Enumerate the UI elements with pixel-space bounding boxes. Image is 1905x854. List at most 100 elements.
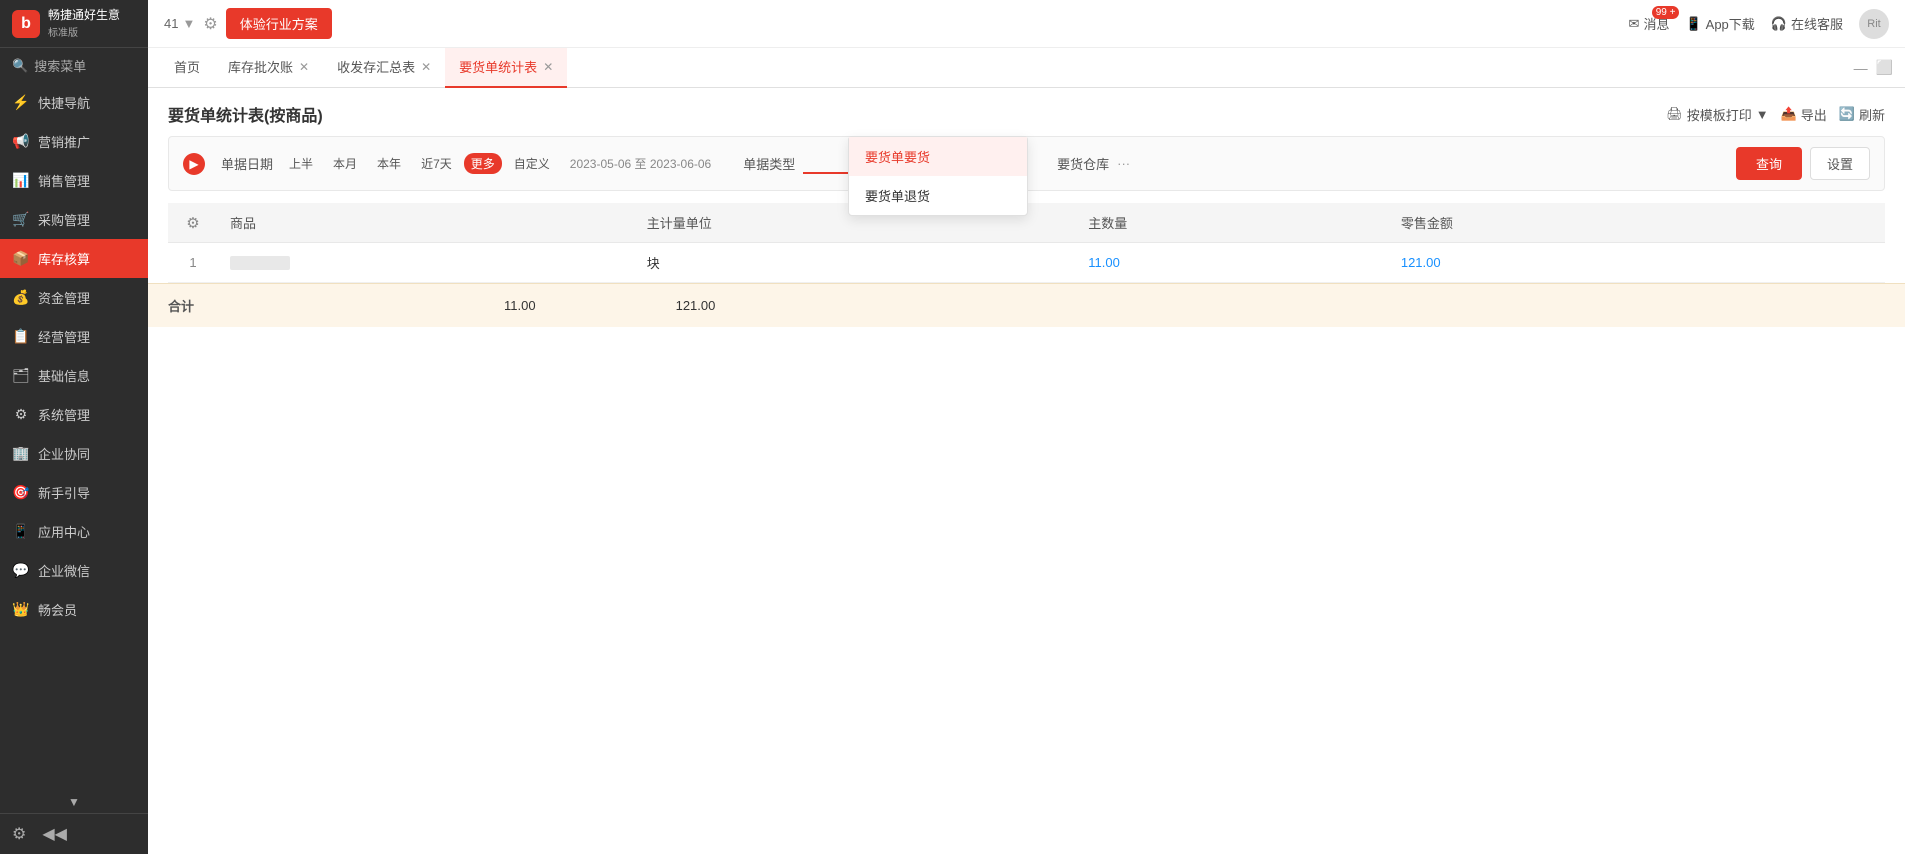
sidebar-item-quick-nav[interactable]: ⚡ 快捷导航 <box>0 83 148 122</box>
window-controls: — ⬜ <box>1854 59 1893 76</box>
search-icon: 🔍 <box>12 58 28 74</box>
search-btn[interactable]: 查询 <box>1736 147 1802 180</box>
sidebar-nav: ⚡ 快捷导航 📢 营销推广 📊 销售管理 🛒 采购管理 📦 库存核算 💰 资金管… <box>0 83 148 791</box>
col-extra <box>1766 203 1885 243</box>
sidebar-item-finance[interactable]: 💰 资金管理 <box>0 278 148 317</box>
sidebar: b 畅捷通好生意 标准版 🔍 搜索菜单 ⚡ 快捷导航 📢 营销推广 📊 销售管理… <box>0 0 148 854</box>
date-filter-label: 单据日期 <box>221 154 273 173</box>
guide-icon: 🎯 <box>12 484 30 502</box>
sidebar-scroll-down[interactable]: ▼ <box>0 791 148 813</box>
store-dropdown-icon: ▼ <box>182 16 195 31</box>
warehouse-filter-label: 要货仓库 <box>1057 154 1109 173</box>
sidebar-item-sales[interactable]: 📊 销售管理 <box>0 161 148 200</box>
system-icon: ⚙ <box>12 406 30 424</box>
dropdown-item-yh-return[interactable]: 要货单退货 <box>849 176 1027 215</box>
print-icon: 🖨 <box>1666 106 1683 122</box>
filter-date-range: 2023-05-06 至 2023-06-06 <box>570 155 711 172</box>
tab-order-stats[interactable]: 要货单统计表 ✕ <box>445 48 567 88</box>
tab-batch-account[interactable]: 库存批次账 ✕ <box>214 48 323 88</box>
app-download-icon: 📱 <box>1685 16 1701 32</box>
logo-text: 畅捷通好生意 标准版 <box>48 8 120 39</box>
date-btn-last-half[interactable]: 上半 <box>281 152 321 175</box>
export-btn[interactable]: 📤 导出 <box>1781 105 1827 124</box>
member-icon: 👑 <box>12 601 30 619</box>
date-btn-last-7[interactable]: 近7天 <box>413 152 460 175</box>
sidebar-footer: ⚙ ◀◀ <box>0 813 148 854</box>
tab-home[interactable]: 首页 <box>160 48 214 88</box>
finance-icon: 💰 <box>12 289 30 307</box>
footer-amount: 121.00 <box>676 298 716 313</box>
page-actions: 🖨 按模板打印 ▼ 📤 导出 🔄 刷新 <box>1666 105 1885 124</box>
operation-icon: 📋 <box>12 328 30 346</box>
sidebar-logo: b 畅捷通好生意 标准版 <box>0 0 148 48</box>
date-btn-more[interactable]: 更多 <box>464 153 502 174</box>
export-icon: 📤 <box>1781 106 1797 122</box>
tab-close-order-stats[interactable]: ✕ <box>543 60 553 74</box>
appstore-icon: 📱 <box>12 523 30 541</box>
product-placeholder <box>230 256 290 270</box>
topbar-settings-icon[interactable]: ⚙ <box>203 14 217 34</box>
minimize-icon[interactable]: — <box>1854 60 1868 76</box>
sidebar-item-purchase[interactable]: 🛒 采购管理 <box>0 200 148 239</box>
filter-settings-btn[interactable]: 设置 <box>1810 147 1870 180</box>
page-title: 要货单统计表(按商品) <box>168 102 323 126</box>
row-extra <box>1766 243 1885 283</box>
sidebar-item-basic[interactable]: 🗂 基础信息 <box>0 356 148 395</box>
sidebar-item-guide[interactable]: 🎯 新手引导 <box>0 473 148 512</box>
maximize-icon[interactable]: ⬜ <box>1876 59 1893 76</box>
online-service-btn[interactable]: 🎧 在线客服 <box>1771 14 1843 33</box>
sidebar-search[interactable]: 🔍 搜索菜单 <box>0 48 148 83</box>
sidebar-item-wechat[interactable]: 💬 企业微信 <box>0 551 148 590</box>
tab-receipt-summary[interactable]: 收发存汇总表 ✕ <box>323 48 445 88</box>
filter-expand-btn[interactable]: ▶ <box>183 153 205 175</box>
sidebar-item-system[interactable]: ⚙ 系统管理 <box>0 395 148 434</box>
refresh-btn[interactable]: 🔄 刷新 <box>1839 105 1885 124</box>
messages-btn[interactable]: ✉ 消息 99 + <box>1629 14 1670 33</box>
store-selector[interactable]: 41 ▼ <box>164 16 195 31</box>
logo-icon: b <box>12 10 40 38</box>
tab-close-batch-account[interactable]: ✕ <box>299 60 309 74</box>
row-index: 1 <box>168 243 218 283</box>
user-avatar[interactable]: Rit <box>1859 9 1889 39</box>
table-footer: 合计 11.00 121.00 <box>148 283 1905 327</box>
settings-footer-icon[interactable]: ⚙ <box>12 824 26 844</box>
warehouse-filter-dots[interactable]: ··· <box>1117 156 1130 171</box>
footer-quantity: 11.00 <box>504 298 536 313</box>
dropdown-item-yh-order[interactable]: 要货单要货 <box>849 137 1027 176</box>
date-btn-this-year[interactable]: 本年 <box>369 152 409 175</box>
filter-warehouse-group: 要货仓库 ··· <box>1057 154 1130 173</box>
table-column-settings-icon[interactable]: ⚙ <box>186 215 199 232</box>
date-btn-this-month[interactable]: 本月 <box>325 152 365 175</box>
table-body: 1 块 11.00 121.00 <box>168 243 1885 283</box>
marketing-icon: 📢 <box>12 133 30 151</box>
filter-actions: 查询 设置 <box>1736 147 1870 180</box>
sidebar-item-marketing[interactable]: 📢 营销推广 <box>0 122 148 161</box>
headset-icon: 🎧 <box>1771 16 1787 32</box>
type-filter-label: 单据类型 <box>743 154 795 173</box>
footer-label: 合计 <box>168 296 194 315</box>
sidebar-item-inventory[interactable]: 📦 库存核算 <box>0 239 148 278</box>
app-download-btn[interactable]: 📱 App下载 <box>1685 14 1754 33</box>
collapse-icon[interactable]: ◀◀ <box>42 824 67 844</box>
col-amount: 零售金额 <box>1389 203 1766 243</box>
inventory-icon: 📦 <box>12 250 30 268</box>
sidebar-item-enterprise[interactable]: 🏢 企业协同 <box>0 434 148 473</box>
row-quantity[interactable]: 11.00 <box>1076 243 1389 283</box>
sidebar-item-appstore[interactable]: 📱 应用中心 <box>0 512 148 551</box>
wechat-icon: 💬 <box>12 562 30 580</box>
refresh-icon: 🔄 <box>1839 106 1855 122</box>
topbar-left: 41 ▼ ⚙ 体验行业方案 <box>164 8 1617 39</box>
page-content: 要货单统计表(按商品) 🖨 按模板打印 ▼ 📤 导出 🔄 刷新 ▶ <box>148 88 1905 854</box>
sidebar-item-operation[interactable]: 📋 经营管理 <box>0 317 148 356</box>
col-product: 商品 <box>218 203 635 243</box>
print-dropdown-icon: ▼ <box>1756 107 1769 122</box>
topbar-right: ✉ 消息 99 + 📱 App下载 🎧 在线客服 Rit <box>1629 9 1889 39</box>
date-btn-custom[interactable]: 自定义 <box>506 152 558 175</box>
sales-icon: 📊 <box>12 172 30 190</box>
row-amount[interactable]: 121.00 <box>1389 243 1766 283</box>
sidebar-item-member[interactable]: 👑 畅会员 <box>0 590 148 629</box>
purchase-icon: 🛒 <box>12 211 30 229</box>
tab-close-receipt-summary[interactable]: ✕ <box>421 60 431 74</box>
print-btn[interactable]: 🖨 按模板打印 ▼ <box>1666 105 1768 124</box>
trial-btn[interactable]: 体验行业方案 <box>226 8 332 39</box>
